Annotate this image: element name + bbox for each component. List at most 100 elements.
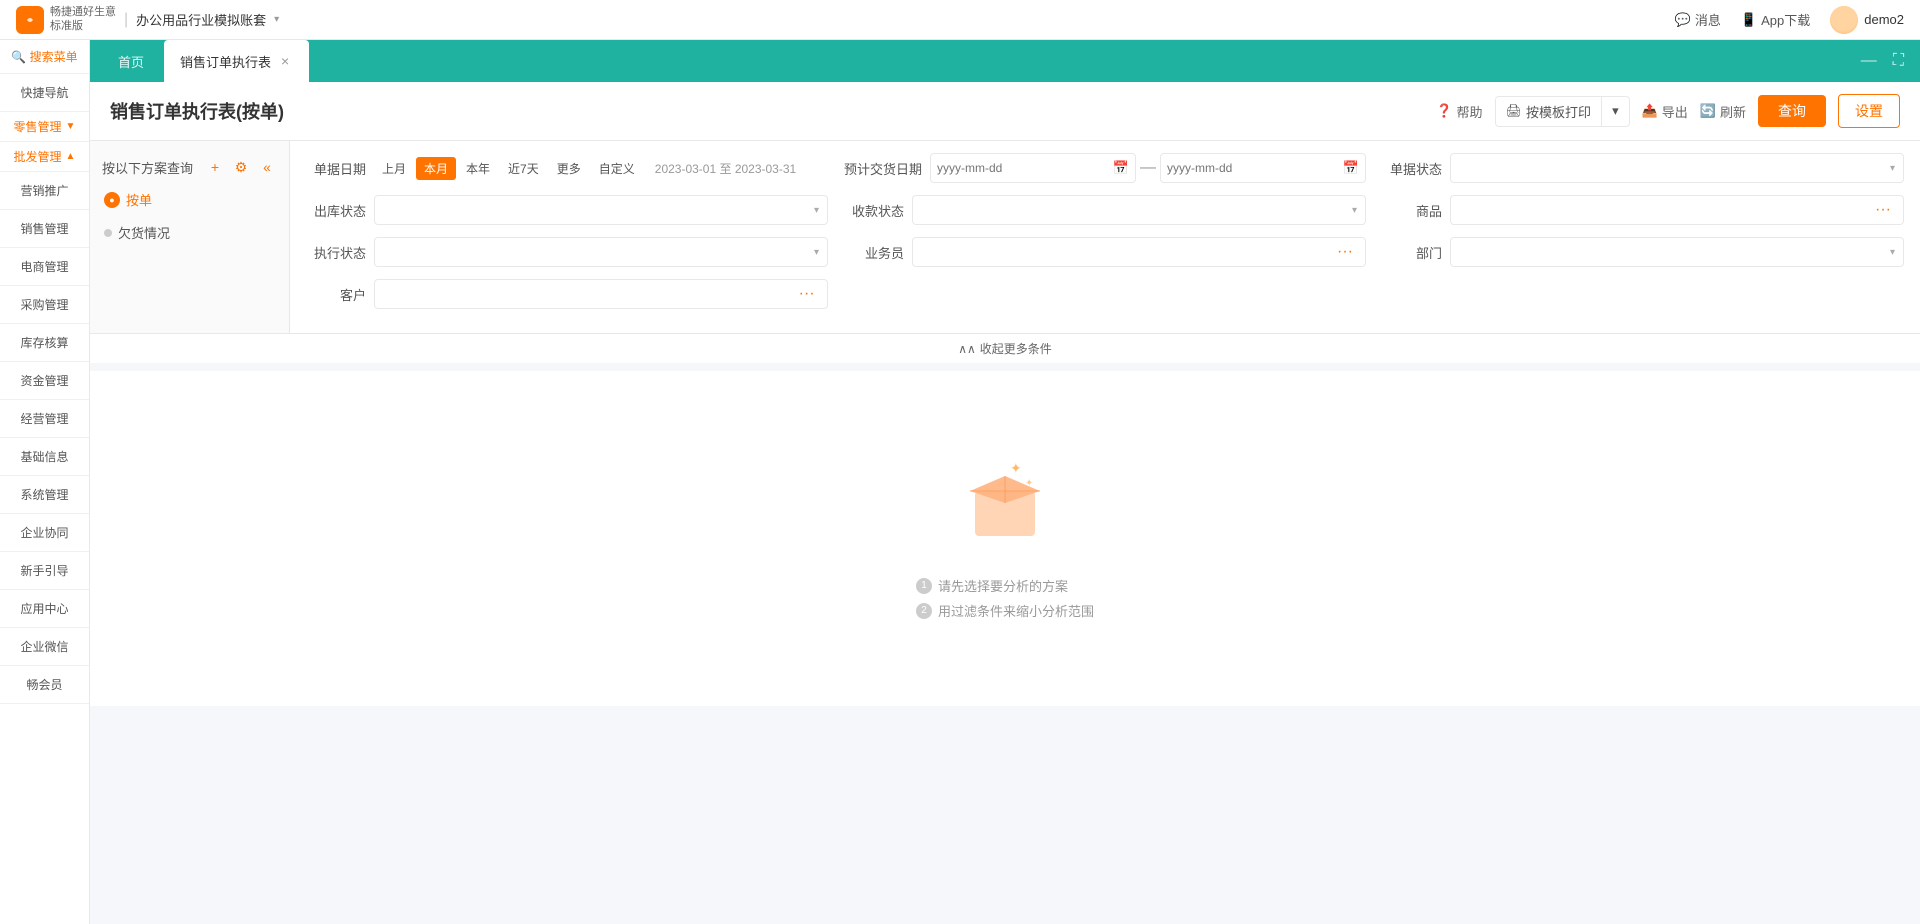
sidebar-item-app-center[interactable]: 应用中心 xyxy=(0,590,89,628)
filter-left-header: 按以下方案查询 + ⚙ « xyxy=(90,151,289,183)
filter-field-exec-status: 执行状态 ▾ xyxy=(306,237,828,267)
product-select[interactable]: ··· xyxy=(1450,195,1904,225)
sidebar-item-purchase[interactable]: 采购管理 xyxy=(0,286,89,324)
scheme-active-icon: ● xyxy=(104,192,120,208)
user-name: demo2 xyxy=(1864,12,1904,27)
date-tab-custom[interactable]: 自定义 xyxy=(591,157,643,180)
sidebar-item-member[interactable]: 畅会员 xyxy=(0,666,89,704)
empty-illustration: ✦ ✦ xyxy=(955,451,1055,556)
app-title: 办公用品行业模拟账套 xyxy=(136,10,266,29)
tab-home[interactable]: 首页 xyxy=(102,40,160,82)
sidebar-item-sales[interactable]: 销售管理 xyxy=(0,210,89,248)
step-2-num: 2 xyxy=(916,603,932,619)
date-tab-this-month[interactable]: 本月 xyxy=(416,157,456,180)
tab-close-btn[interactable]: × xyxy=(277,53,293,69)
exec-status-select[interactable]: ▾ xyxy=(374,237,828,267)
collapse-scheme-btn[interactable]: « xyxy=(257,157,277,177)
filter-area: 按以下方案查询 + ⚙ « ● 按单 xyxy=(90,141,1920,363)
sidebar-item-operations[interactable]: 经营管理 xyxy=(0,400,89,438)
sidebar-item-system[interactable]: 系统管理 xyxy=(0,476,89,514)
sidebar-item-marketing[interactable]: 营销推广 xyxy=(0,172,89,210)
sidebar-item-finance[interactable]: 资金管理 xyxy=(0,362,89,400)
message-btn[interactable]: 💬 消息 xyxy=(1675,10,1721,29)
exec-status-label: 执行状态 xyxy=(306,243,366,262)
collapse-bar[interactable]: ∧∧ 收起更多条件 xyxy=(90,333,1920,363)
print-btn-group: 🖨 按模板打印 ▾ xyxy=(1495,96,1630,127)
app-selector-dropdown[interactable]: ▾ xyxy=(274,14,279,25)
tab-maximize-btn[interactable]: ⛶ xyxy=(1889,48,1908,74)
query-button[interactable]: 查询 xyxy=(1758,95,1826,127)
filter-field-dept: 部门 ▾ xyxy=(1382,237,1904,267)
dept-arrow: ▾ xyxy=(1890,247,1895,258)
sales-label: 销售管理 xyxy=(20,220,68,237)
retail-label: 零售管理 xyxy=(14,118,62,135)
date-tab-this-year[interactable]: 本年 xyxy=(458,157,498,180)
settings-scheme-btn[interactable]: ⚙ xyxy=(231,157,251,177)
empty-step-2: 2 用过滤条件来缩小分析范围 xyxy=(916,601,1094,620)
date-tab-last-month[interactable]: 上月 xyxy=(374,157,414,180)
add-scheme-btn[interactable]: + xyxy=(205,157,225,177)
scheme-item-backorder[interactable]: 欠货情况 xyxy=(90,216,289,249)
scheme-item-by-order[interactable]: ● 按单 xyxy=(90,183,289,216)
export-btn[interactable]: 📤 导出 xyxy=(1642,102,1688,121)
sidebar-item-basic-info[interactable]: 基础信息 xyxy=(0,438,89,476)
refresh-btn[interactable]: 🔄 刷新 xyxy=(1700,102,1746,121)
help-btn[interactable]: ❓ 帮助 xyxy=(1436,102,1482,121)
empty-step-1: 1 请先选择要分析的方案 xyxy=(916,576,1094,595)
sidebar-item-newbie[interactable]: 新手引导 xyxy=(0,552,89,590)
sidebar-item-inventory[interactable]: 库存核算 xyxy=(0,324,89,362)
ecommerce-label: 电商管理 xyxy=(20,258,68,275)
expected-date-from[interactable] xyxy=(937,161,1109,175)
help-icon: ❓ xyxy=(1436,103,1452,119)
out-status-select[interactable]: ▾ xyxy=(374,195,828,225)
customer-label: 客户 xyxy=(306,285,366,304)
app-download-btn[interactable]: 📱 App下载 xyxy=(1741,10,1810,29)
user-avatar-area[interactable]: demo2 xyxy=(1830,6,1904,34)
tab-bar: 首页 销售订单执行表 × — ⛶ xyxy=(90,40,1920,82)
calendar-to-icon[interactable]: 📅 xyxy=(1343,160,1359,176)
sidebar-item-enterprise-wechat[interactable]: 企业微信 xyxy=(0,628,89,666)
top-header: 畅捷通好生意 标准版 | 办公用品行业模拟账套 ▾ 💬 消息 📱 App下载 d… xyxy=(0,0,1920,40)
filter-row-1: 单据日期 上月 本月 本年 近7天 更多 自定义 2023-03-01 至 20… xyxy=(306,153,1904,183)
logo-area: 畅捷通好生意 标准版 xyxy=(16,6,116,34)
sidebar-item-ecommerce[interactable]: 电商管理 xyxy=(0,248,89,286)
svg-text:✦: ✦ xyxy=(1010,460,1022,476)
scheme-backorder-label: 欠货情况 xyxy=(118,223,170,242)
doc-status-select[interactable]: ▾ xyxy=(1450,153,1904,183)
settings-button[interactable]: 设置 xyxy=(1838,94,1900,128)
customer-select[interactable]: ··· xyxy=(374,279,828,309)
salesperson-more-btn[interactable]: ··· xyxy=(1333,243,1357,261)
date-tab-7days[interactable]: 近7天 xyxy=(500,157,547,180)
expected-date-to[interactable] xyxy=(1167,161,1339,175)
collapse-text: ∧∧ 收起更多条件 xyxy=(958,340,1052,357)
wholesale-label: 批发管理 xyxy=(14,148,62,165)
filter-field-product: 商品 ··· xyxy=(1382,195,1904,225)
tab-minimize-btn[interactable]: — xyxy=(1857,48,1881,74)
print-btn[interactable]: 🖨 按模板打印 xyxy=(1496,97,1603,126)
sidebar-item-enterprise[interactable]: 企业协同 xyxy=(0,514,89,552)
dept-select[interactable]: ▾ xyxy=(1450,237,1904,267)
customer-more-btn[interactable]: ··· xyxy=(795,285,819,303)
product-more-btn[interactable]: ··· xyxy=(1871,201,1895,219)
date-range-display: 2023-03-01 至 2023-03-31 xyxy=(655,160,796,177)
product-label: 商品 xyxy=(1382,201,1442,220)
operations-label: 经营管理 xyxy=(20,410,68,427)
sidebar-item-wholesale[interactable]: 批发管理 ▲ xyxy=(0,142,89,172)
out-status-arrow: ▾ xyxy=(814,205,819,216)
filter-main: 按以下方案查询 + ⚙ « ● 按单 xyxy=(90,141,1920,333)
enterprise-wechat-label: 企业微信 xyxy=(20,638,68,655)
receipt-status-select[interactable]: ▾ xyxy=(912,195,1366,225)
sidebar-item-quick-nav[interactable]: 快捷导航 xyxy=(0,74,89,112)
calendar-from-icon[interactable]: 📅 xyxy=(1113,160,1129,176)
sidebar-item-retail[interactable]: 零售管理 ▼ xyxy=(0,112,89,142)
date-tab-more[interactable]: 更多 xyxy=(549,157,589,180)
salesperson-select[interactable]: ··· xyxy=(912,237,1366,267)
print-dropdown-btn[interactable]: ▾ xyxy=(1602,98,1629,124)
scheme-by-order-label: 按单 xyxy=(126,190,152,209)
refresh-icon: 🔄 xyxy=(1700,103,1716,119)
retail-arrow: ▼ xyxy=(66,121,76,132)
tab-active[interactable]: 销售订单执行表 × xyxy=(164,40,309,82)
print-icon: 🖨 xyxy=(1506,103,1523,119)
sidebar-search[interactable]: 🔍 搜索菜单 xyxy=(0,40,89,74)
member-label: 畅会员 xyxy=(26,676,62,693)
